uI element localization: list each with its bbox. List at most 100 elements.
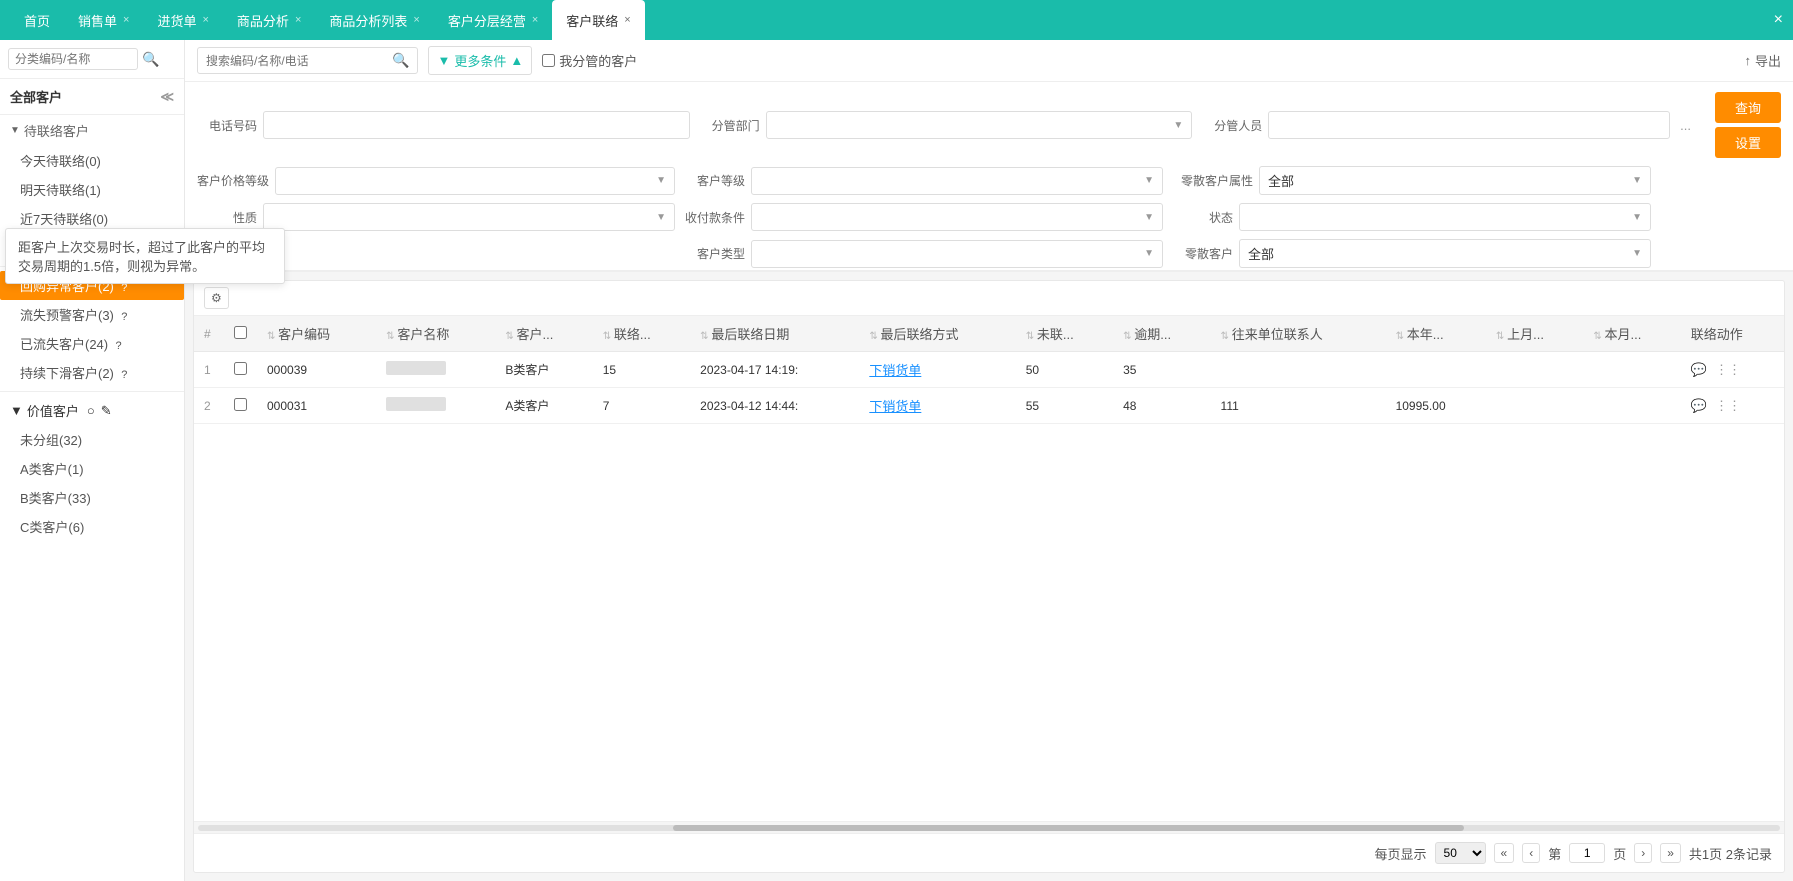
customer-grade-select[interactable]: ▼ (751, 167, 1163, 195)
sidebar-ungroup[interactable]: 未分组(32) (0, 425, 184, 454)
table-scroll-area[interactable]: # 客户编码 客户名称 客户... (194, 316, 1784, 821)
nav-customer-segmentation[interactable]: 客户分层经营 × (434, 0, 552, 40)
row1-checkbox[interactable] (234, 362, 247, 375)
all-customers-label: 全部客户 (10, 87, 62, 106)
row2-last-method: 下销货单 (859, 388, 1015, 424)
col-contact[interactable]: 联络... (593, 316, 690, 352)
nav-purchase[interactable]: 进货单 × (143, 0, 222, 40)
status-select[interactable]: ▼ (1239, 203, 1651, 231)
sidebar-all-customers-header[interactable]: 全部客户 ≪ (0, 79, 184, 115)
close-sales-icon[interactable]: × (123, 14, 129, 26)
sidebar-class-c[interactable]: C类客户(6) (0, 512, 184, 541)
col-name[interactable]: 客户名称 (376, 316, 495, 352)
scatter-customer-select[interactable]: 全部 ▼ (1239, 239, 1651, 268)
sidebar-class-b[interactable]: B类客户(33) (0, 483, 184, 512)
more-conditions-button[interactable]: ▼ 更多条件 ▲ (428, 46, 532, 75)
row2-chat-icon[interactable]: 💬 (1691, 398, 1707, 414)
close-purchase-icon[interactable]: × (202, 14, 208, 26)
current-page-input[interactable] (1569, 843, 1605, 863)
row2-this-month (1583, 388, 1680, 424)
row1-code: 000039 (257, 352, 376, 388)
close-customer-seg-icon[interactable]: × (532, 14, 538, 26)
sidebar-class-a[interactable]: A类客户(1) (0, 454, 184, 483)
close-customer-contact-icon[interactable]: × (624, 14, 630, 26)
manager-select[interactable] (1268, 111, 1670, 139)
customer-grade-field: 客户等级 ▼ (685, 167, 1163, 195)
lost-warning-help-icon[interactable]: ? (121, 311, 127, 323)
department-select[interactable]: ▼ (766, 111, 1193, 139)
export-button[interactable]: ↑ 导出 (1744, 51, 1781, 70)
department-field: 分管部门 ▼ (700, 111, 1193, 139)
scatter-attr-select[interactable]: 全部 ▼ (1259, 166, 1651, 195)
table-settings-button[interactable]: ⚙ (204, 287, 229, 309)
sidebar-search-input[interactable] (8, 48, 138, 70)
sidebar-keep-down[interactable]: 持续下滑客户(2) ? (0, 358, 184, 387)
col-this-month[interactable]: 本月... (1583, 316, 1680, 352)
nav-home[interactable]: 首页 (10, 0, 64, 40)
search-box[interactable]: 🔍 (197, 47, 418, 74)
close-product-analysis-icon[interactable]: × (295, 14, 301, 26)
nature-label: 性质 (197, 209, 257, 226)
payment-select[interactable]: ▼ (751, 203, 1163, 231)
first-page-button[interactable]: « (1494, 843, 1515, 863)
table-row: 2 000031 A类客户 7 2023-04-12 14:44: (194, 388, 1784, 424)
row1-chat-icon[interactable]: 💬 (1691, 362, 1707, 378)
nav-product-analysis[interactable]: 商品分析 × (223, 0, 315, 40)
scroll-thumb[interactable] (673, 825, 1464, 831)
action-buttons: 查询 设置 (1715, 92, 1781, 158)
sidebar-tomorrow-pending[interactable]: 明天待联络(1) (0, 175, 184, 204)
collapse-icon[interactable]: ≪ (160, 89, 174, 105)
horizontal-scrollbar[interactable] (194, 821, 1784, 833)
settings-button[interactable]: 设置 (1715, 127, 1781, 158)
last-page-button[interactable]: » (1660, 843, 1681, 863)
nav-sales[interactable]: 销售单 × (64, 0, 143, 40)
prev-page-button[interactable]: ‹ (1522, 843, 1540, 863)
col-last-contact-date[interactable]: 最后联络日期 (690, 316, 859, 352)
row2-method-link[interactable]: 下销货单 (869, 399, 921, 414)
value-edit-icon[interactable]: ○ (87, 403, 95, 418)
nature-select[interactable]: ▼ (263, 203, 675, 231)
nav-product-list[interactable]: 商品分析列表 × (315, 0, 433, 40)
query-button[interactable]: 查询 (1715, 92, 1781, 123)
customer-table: # 客户编码 客户名称 客户... (194, 316, 1784, 424)
col-num: # (194, 316, 224, 352)
filter-fields-row-4: ... 客户类型 ▼ 零散客户 全部 ▼ (197, 239, 1781, 268)
sidebar-pending-section[interactable]: ▼ 待联络客户 (0, 115, 184, 146)
phone-input[interactable] (263, 111, 690, 139)
col-last-month[interactable]: 上月... (1486, 316, 1583, 352)
close-product-list-icon[interactable]: × (413, 14, 419, 26)
col-code[interactable]: 客户编码 (257, 316, 376, 352)
search-input[interactable] (206, 54, 386, 68)
manager-more-icon[interactable]: ... (1676, 118, 1695, 133)
price-grade-select[interactable]: ▼ (275, 167, 675, 195)
per-page-select[interactable]: 50 20 100 (1435, 842, 1486, 864)
select-all-checkbox[interactable] (234, 326, 247, 339)
manager-label: 分管人员 (1202, 117, 1262, 134)
row2-overdue: 48 (1113, 388, 1210, 424)
col-company-contact[interactable]: 往来单位联系人 (1211, 316, 1386, 352)
row1-this-month (1583, 352, 1680, 388)
row1-method-link[interactable]: 下销货单 (869, 363, 921, 378)
nav-customer-contact[interactable]: 客户联络 × (552, 0, 644, 40)
col-unreached[interactable]: 未联... (1016, 316, 1113, 352)
customer-type-select[interactable]: ▼ (751, 240, 1163, 268)
col-type[interactable]: 客户... (495, 316, 592, 352)
sidebar-already-lost[interactable]: 已流失客户(24) ? (0, 329, 184, 358)
close-all-button[interactable]: × (1774, 11, 1783, 29)
next-page-button[interactable]: › (1634, 843, 1652, 863)
col-this-year[interactable]: 本年... (1386, 316, 1486, 352)
row2-checkbox[interactable] (234, 398, 247, 411)
sidebar-today-pending[interactable]: 今天待联络(0) (0, 146, 184, 175)
my-customers-checkbox[interactable] (542, 54, 555, 67)
scatter-attr-label: 零散客户属性 (1173, 172, 1253, 189)
col-overdue[interactable]: 逾期... (1113, 316, 1210, 352)
already-lost-help-icon[interactable]: ? (115, 340, 121, 352)
value-settings-icon[interactable]: ✎ (101, 403, 112, 419)
sidebar-value-customer-section[interactable]: ▼ 价值客户 ○ ✎ (0, 396, 184, 425)
sidebar-lost-warning[interactable]: 流失预警客户(3) ? (0, 300, 184, 329)
row1-more-icon[interactable]: ⋮⋮ (1715, 362, 1741, 378)
row2-more-icon[interactable]: ⋮⋮ (1715, 398, 1741, 414)
col-last-contact-method[interactable]: 最后联络方式 (859, 316, 1015, 352)
keep-down-help-icon[interactable]: ? (121, 369, 127, 381)
sidebar-search-button[interactable]: 🔍 (142, 51, 159, 68)
